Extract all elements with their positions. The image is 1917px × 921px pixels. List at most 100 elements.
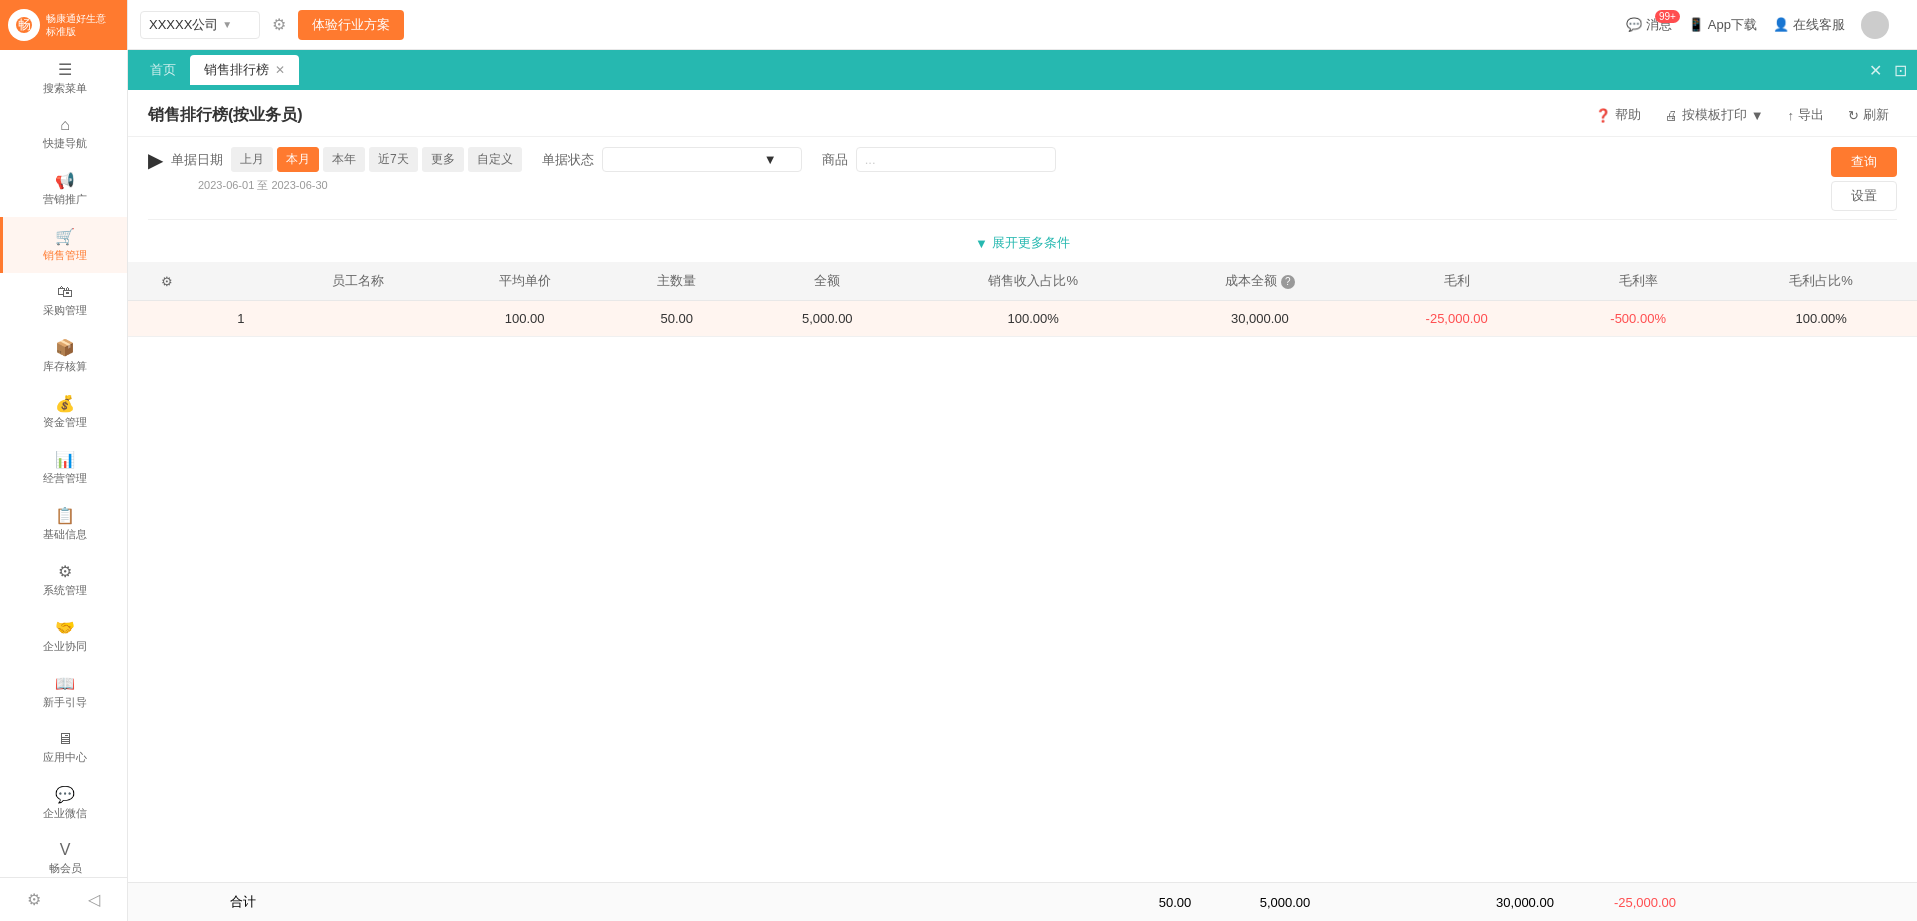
query-button[interactable]: 查询 [1831,147,1897,177]
sidebar-icon-14: V [60,841,71,859]
tabbar-actions: ✕ ⊡ [1867,59,1909,82]
collapse-icon[interactable]: ◁ [84,886,104,913]
status-select[interactable]: ▼ [602,147,802,172]
sidebar-item-10[interactable]: 🤝企业协同 [0,608,127,664]
sidebar-item-11[interactable]: 📖 新手引导 [0,664,127,720]
sidebar-icon-2: 📢 [55,171,75,190]
date-range-display: 2023-06-01 至 2023-06-30 [198,178,522,193]
tab-home-label: 首页 [150,61,176,79]
tab-close-window-icon[interactable]: ✕ [1867,59,1884,82]
logo-icon: 畅 [8,9,40,41]
app-download-label: App下载 [1708,16,1757,34]
sidebar-icon-0: ☰ [58,60,72,79]
date-btn-this-month[interactable]: 本月 [277,147,319,172]
chevron-down-expand-icon: ▼ [975,236,988,251]
print-button[interactable]: 🖨 按模板打印 ▼ [1657,102,1772,128]
refresh-label: 刷新 [1863,106,1889,124]
cell-gross-pct-0: 100.00% [1725,301,1917,337]
app-download-button[interactable]: 📱 App下载 [1688,16,1757,34]
sidebar-nav: ☰搜索菜单⌂快捷导航📢营销推广 🛒 销售管理 🛍采购管理📦库存核算💰资金管理📊经营管理… [0,50,127,877]
sidebar-item-4[interactable]: 🛍采购管理 [0,273,127,328]
refresh-button[interactable]: ↻ 刷新 [1840,102,1897,128]
date-btn-custom[interactable]: 自定义 [468,147,522,172]
filter-actions: 查询 设置 [1831,147,1897,211]
col-rank [207,262,275,301]
sidebar-item-6[interactable]: 💰资金管理 [0,384,127,440]
export-button[interactable]: ↑ 导出 [1780,102,1833,128]
svg-text:畅: 畅 [18,17,31,32]
expand-more-label: 展开更多条件 [992,234,1070,252]
date-filter-group: ▶ 单据日期 上月 本月 本年 近7天 更多 自定义 2023-06-01 至 … [148,147,522,193]
sidebar-label-4: 采购管理 [43,303,87,318]
sidebar-item-5[interactable]: 📦库存核算 [0,328,127,384]
tab-maximize-icon[interactable]: ⊡ [1892,59,1909,82]
avatar[interactable] [1861,11,1889,39]
sidebar-item-13[interactable]: 💬企业微信 [0,775,127,831]
date-btn-this-year[interactable]: 本年 [323,147,365,172]
filter-bar: ▶ 单据日期 上月 本月 本年 近7天 更多 自定义 2023-06-01 至 … [128,136,1917,262]
footer-amount: 5,000.00 [1225,895,1345,910]
sidebar-bottom: ⚙ ◁ [0,877,127,921]
sidebar-item-9[interactable]: ⚙系统管理 [0,552,127,608]
sidebar-item-7[interactable]: 📊经营管理 [0,440,127,496]
sidebar-item-14[interactable]: V 畅会员 [0,831,127,877]
col-settings[interactable]: ⚙ [128,262,207,301]
sidebar-label-11: 新手引导 [43,695,87,710]
sidebar-item-2[interactable]: 📢营销推广 [0,161,127,217]
help-button[interactable]: ❓ 帮助 [1587,102,1649,128]
sidebar-label-14: 畅会员 [49,861,82,876]
sidebar-icon-5: 📦 [55,338,75,357]
try-industry-button[interactable]: 体验行业方案 [298,10,404,40]
sidebar-label-9: 系统管理 [43,583,87,598]
chevron-down-icon: ▼ [222,19,232,30]
tab-close-icon[interactable]: ✕ [275,63,285,77]
topbar-gear-icon[interactable]: ⚙ [268,11,290,38]
status-filter-label: 单据状态 [542,151,594,169]
date-btn-last-month[interactable]: 上月 [231,147,273,172]
export-label: 导出 [1798,106,1824,124]
sidebar-icon-11: 📖 [55,674,75,693]
table-container: ⚙ 员工名称 平均单价 主数量 全额 销售收入占比% 成本全额 ? 毛利 毛利率… [128,262,1917,882]
message-button[interactable]: 💬 消息 99+ [1626,16,1672,34]
sidebar-label-1: 快捷导航 [43,136,87,151]
cell-sales-pct-0: 100.00% [909,301,1158,337]
cell-rank-0: 1 [207,301,275,337]
cell-settings-0 [128,301,207,337]
col-amount: 全额 [746,262,909,301]
page-title: 销售排行榜(按业务员) [148,105,303,126]
filter-expand-arrow[interactable]: ▶ [148,148,163,172]
sidebar-item-1[interactable]: ⌂快捷导航 [0,106,127,161]
goods-placeholder: ... [865,152,876,167]
footer-quantity: 50.00 [1125,895,1225,910]
goods-input[interactable]: ... [856,147,1056,172]
tab-home[interactable]: 首页 [136,55,190,85]
cell-gross-0: -25,000.00 [1362,301,1551,337]
company-selector[interactable]: XXXXX公司 ▼ [140,11,260,39]
date-btn-7days[interactable]: 近7天 [369,147,418,172]
print-label: 按模板打印 [1682,106,1747,124]
footer-label: 合计 [230,893,1025,911]
sidebar-label-3: 销售管理 [43,248,87,263]
sidebar-item-12[interactable]: 🖥应用中心 [0,720,127,775]
help-icon: ❓ [1595,108,1611,123]
sidebar-label-7: 经营管理 [43,471,87,486]
main-area: XXXXX公司 ▼ ⚙ 体验行业方案 💬 消息 99+ 📱 App下载 👤 在线… [128,0,1917,921]
col-gross: 毛利 [1362,262,1551,301]
settings-bottom-icon[interactable]: ⚙ [23,886,45,913]
sales-ranking-table: ⚙ 员工名称 平均单价 主数量 全额 销售收入占比% 成本全额 ? 毛利 毛利率… [128,262,1917,337]
sidebar-item-3[interactable]: 🛒 销售管理 [0,217,127,273]
expand-more-button[interactable]: ▼ 展开更多条件 [975,234,1070,252]
sidebar-item-0[interactable]: ☰搜索菜单 [0,50,127,106]
message-icon: 💬 [1626,17,1642,32]
setting-button[interactable]: 设置 [1831,181,1897,211]
date-btn-more[interactable]: 更多 [422,147,464,172]
tab-sales-ranking[interactable]: 销售排行榜 ✕ [190,55,299,85]
cell-gross-rate-0: -500.00% [1551,301,1725,337]
footer-cost: 30,000.00 [1465,895,1585,910]
service-icon: 👤 [1773,17,1789,32]
online-service-button[interactable]: 👤 在线客服 [1773,16,1845,34]
sidebar-icon-3: 🛒 [55,227,75,246]
sidebar-item-8[interactable]: 📋基础信息 [0,496,127,552]
tabbar: 首页 销售排行榜 ✕ ✕ ⊡ [128,50,1917,90]
table-footer: 合计 50.00 5,000.00 30,000.00 -25,000.00 [128,882,1917,921]
